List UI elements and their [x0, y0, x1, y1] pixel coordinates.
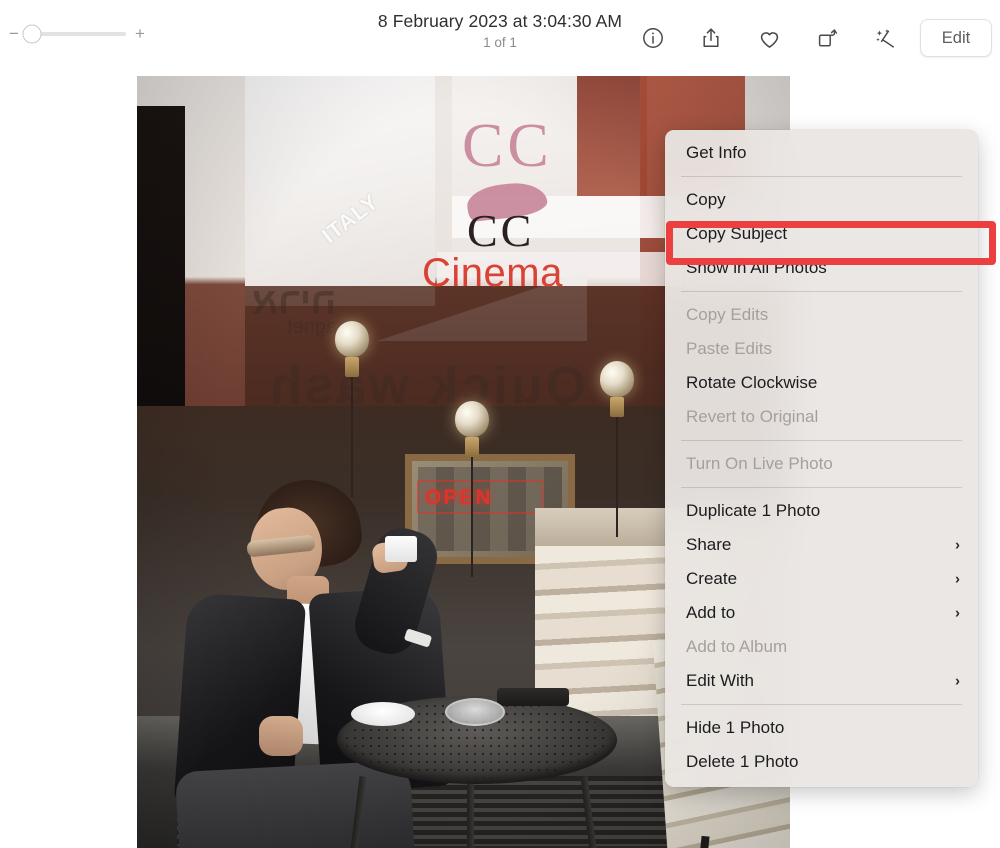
zoom-out-icon[interactable]: − — [8, 25, 20, 42]
menu-item-label: Add to — [686, 603, 736, 622]
menu-item-show-in-all-photos[interactable]: Show in All Photos — [665, 251, 978, 285]
toolbar-actions: Edit — [624, 16, 992, 60]
menu-item-delete-1-photo[interactable]: Delete 1 Photo — [665, 745, 978, 779]
context-menu[interactable]: Get Info Copy Copy Subject Show in All P… — [665, 130, 978, 787]
menu-item-revert-to-original: Revert to Original — [686, 407, 819, 426]
edit-button[interactable]: Edit — [920, 19, 992, 57]
share-icon — [699, 26, 723, 50]
menu-separator — [681, 440, 962, 441]
magic-wand-icon — [873, 26, 898, 51]
zoom-in-icon[interactable]: + — [134, 25, 146, 42]
menu-item-add-to-album: Add to Album — [686, 637, 788, 656]
zoom-slider[interactable]: − + — [8, 24, 146, 43]
menu-item-turn-on-live-photo: Turn On Live Photo — [686, 454, 833, 473]
rotate-button[interactable] — [798, 16, 856, 60]
zoom-slider-thumb[interactable] — [22, 24, 42, 43]
menu-item-share[interactable]: Share › — [665, 528, 978, 562]
menu-separator — [681, 176, 962, 177]
menu-item-get-info[interactable]: Get Info — [665, 136, 978, 170]
menu-item-label: Edit With — [686, 671, 755, 690]
rotate-icon — [815, 26, 839, 50]
favorite-button[interactable] — [740, 16, 798, 60]
chevron-right-icon: › — [955, 570, 960, 588]
chevron-right-icon: › — [955, 672, 960, 690]
menu-item-add-to[interactable]: Add to › — [665, 596, 978, 630]
info-button[interactable] — [624, 16, 682, 60]
toolbar: − + 8 February 2023 at 3:04:30 AM 1 of 1 — [0, 0, 1000, 76]
photos-viewer-window: − + 8 February 2023 at 3:04:30 AM 1 of 1 — [0, 0, 1000, 848]
menu-item-label: Share — [686, 535, 732, 554]
menu-item-paste-edits: Paste Edits — [686, 339, 772, 358]
auto-enhance-button[interactable] — [856, 16, 914, 60]
menu-item-hide-1-photo[interactable]: Hide 1 Photo — [665, 711, 978, 745]
menu-item-duplicate-1-photo[interactable]: Duplicate 1 Photo — [665, 494, 978, 528]
chevron-right-icon: › — [955, 604, 960, 622]
menu-item-edit-with[interactable]: Edit With › — [665, 664, 978, 698]
menu-item-copy[interactable]: Copy — [665, 183, 978, 217]
menu-item-rotate-clockwise[interactable]: Rotate Clockwise — [665, 366, 978, 400]
menu-item-label: Create — [686, 569, 738, 588]
menu-separator — [681, 487, 962, 488]
menu-separator — [681, 704, 962, 705]
menu-separator — [681, 291, 962, 292]
menu-item-copy-subject[interactable]: Copy Subject — [665, 217, 978, 251]
share-button[interactable] — [682, 16, 740, 60]
favorite-heart-icon — [757, 26, 782, 51]
zoom-slider-track[interactable] — [22, 24, 126, 43]
info-icon — [641, 26, 665, 50]
menu-item-create[interactable]: Create › — [665, 562, 978, 596]
chevron-right-icon: › — [955, 536, 960, 554]
menu-item-copy-edits: Copy Edits — [686, 305, 769, 324]
